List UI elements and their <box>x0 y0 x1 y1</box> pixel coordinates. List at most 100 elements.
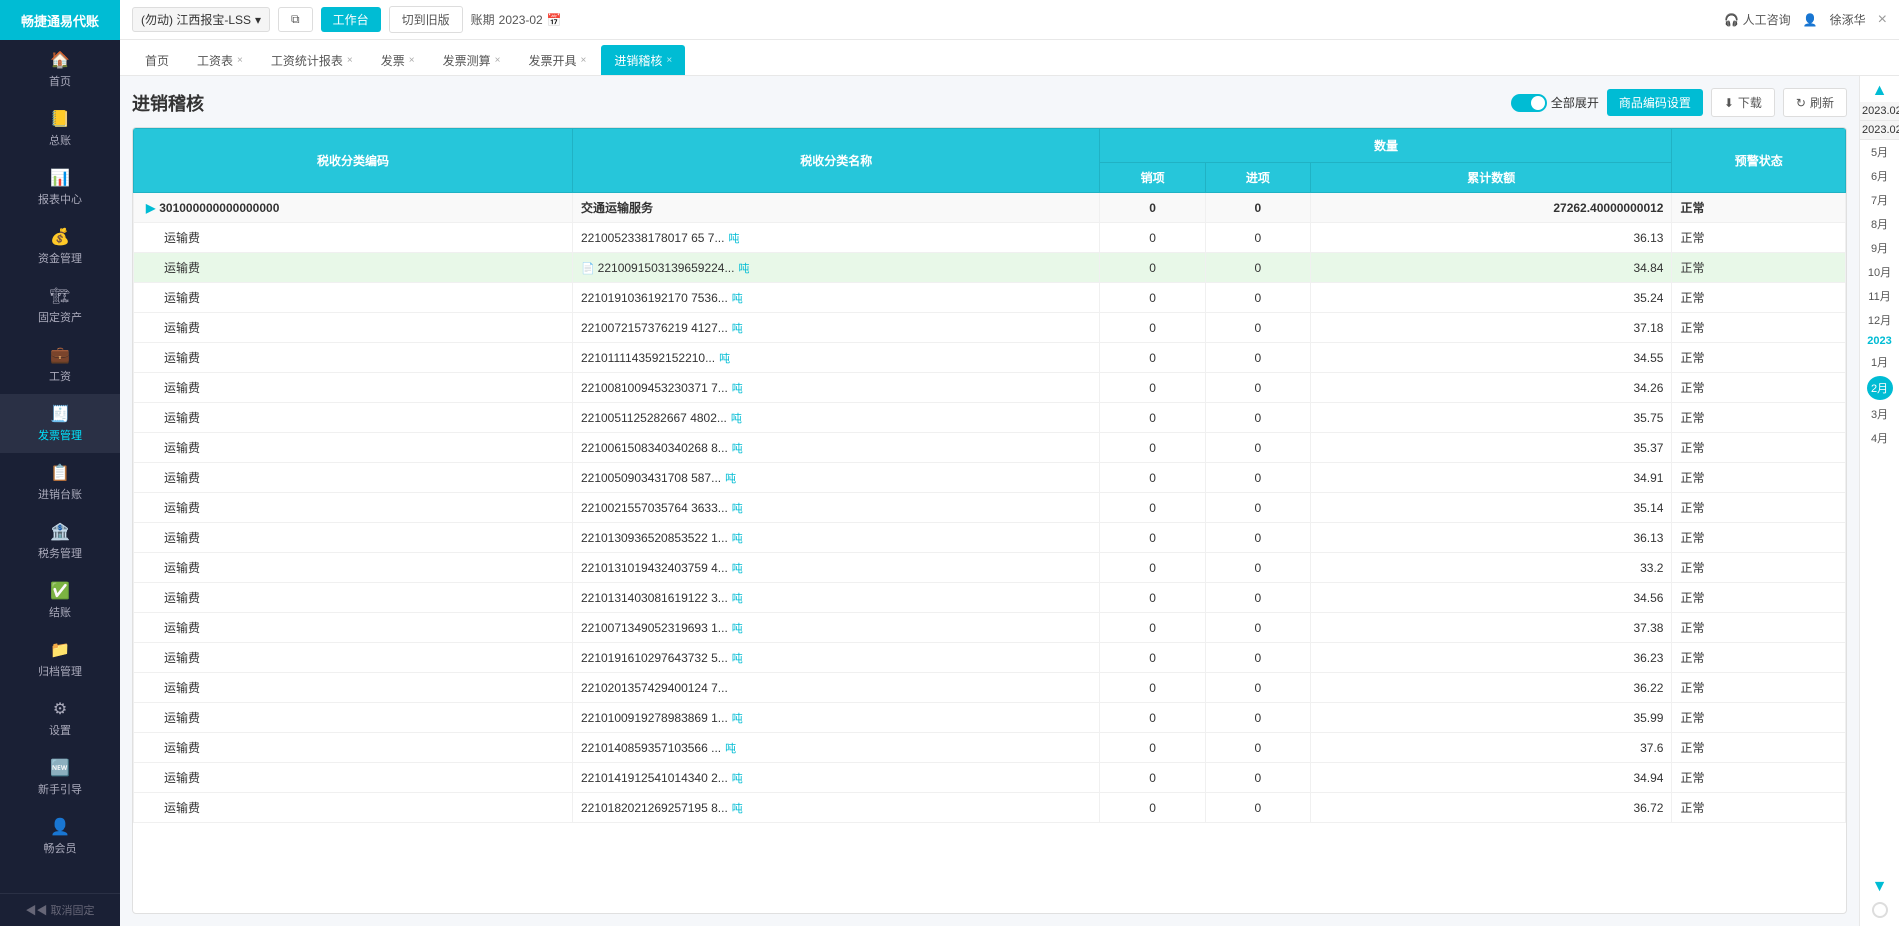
tab-close-icon[interactable]: × <box>237 55 243 66</box>
sidebar-item-assets[interactable]: 🏗 固定资产 <box>0 276 120 335</box>
tab-close-icon[interactable]: × <box>580 55 586 66</box>
sidebar-item-sales-ledger[interactable]: 📋 进销台账 <box>0 453 120 512</box>
calendar-icon[interactable]: 📅 <box>547 13 562 27</box>
table-row[interactable]: 运输费 2210050903431708 587...吨 0 0 34.91 正… <box>134 463 1846 493</box>
scroll-up-arrow[interactable]: ▲ <box>1870 80 1890 102</box>
month-item-8[interactable]: 8月 <box>1860 212 1899 236</box>
content-area: 进销稽核 全部展开 商品编码设置 ⬇ 下载 ↻ 刷新 <box>120 76 1859 926</box>
workspace-button[interactable]: 工作台 <box>321 7 381 32</box>
copy-button[interactable]: ⧉ <box>278 7 313 32</box>
product-code-settings-button[interactable]: 商品编码设置 <box>1607 89 1703 116</box>
table-row[interactable]: 运输费 2210061508340340268 8...吨 0 0 35.37 … <box>134 433 1846 463</box>
tab-invoice-calc[interactable]: 发票测算 × <box>430 45 514 75</box>
unpin-button[interactable]: ◀◀ 取消固定 <box>0 893 120 926</box>
cell-cumulative: 35.14 <box>1310 493 1671 523</box>
month-item-10[interactable]: 10月 <box>1860 260 1899 284</box>
sidebar: 畅捷通易代账 🏠 首页 📒 总账 📊 报表中心 💰 资金管理 🏗 固定资产 💼 … <box>0 0 120 926</box>
close-button[interactable]: × <box>1878 11 1887 29</box>
sidebar-item-archive[interactable]: 📁 归档管理 <box>0 630 120 689</box>
cell-status: 正常 <box>1672 403 1846 433</box>
table-row[interactable]: 运输费 2210182021269257195 8...吨 0 0 36.72 … <box>134 793 1846 823</box>
sidebar-item-label: 资金管理 <box>38 250 82 266</box>
cell-sales: 0 <box>1100 193 1205 223</box>
refresh-button[interactable]: ↻ 刷新 <box>1783 88 1847 117</box>
expand-toggle[interactable] <box>1511 94 1547 112</box>
home-icon: 🏠 <box>50 50 70 70</box>
month-item-5[interactable]: 5月 <box>1860 140 1899 164</box>
tab-invoice[interactable]: 发票 × <box>368 45 428 75</box>
table-row[interactable]: 运输费 2210141912541014340 2...吨 0 0 34.94 … <box>134 763 1846 793</box>
table-row[interactable]: 运输费 2210021557035764 3633...吨 0 0 35.14 … <box>134 493 1846 523</box>
cell-sales: 0 <box>1100 253 1205 283</box>
cell-invoice-num: 2210141912541014340 2...吨 <box>572 763 1100 793</box>
sidebar-item-settle[interactable]: ✅ 结账 <box>0 571 120 630</box>
sidebar-item-label: 税务管理 <box>38 545 82 561</box>
table-row[interactable]: 运输费 2210072157376219 4127...吨 0 0 37.18 … <box>134 313 1846 343</box>
download-button[interactable]: ⬇ 下载 <box>1711 88 1775 117</box>
table-row[interactable]: 运输费 2210131403081619122 3...吨 0 0 34.56 … <box>134 583 1846 613</box>
switch-version-button[interactable]: 切到旧版 <box>389 6 463 33</box>
cell-cumulative: 34.26 <box>1310 373 1671 403</box>
sidebar-item-invoice[interactable]: 🧾 发票管理 <box>0 394 120 453</box>
tab-close-icon[interactable]: × <box>495 55 501 66</box>
month-item-2[interactable]: 2月 <box>1867 376 1893 400</box>
table-row[interactable]: 运输费 2210051125282667 4802...吨 0 0 35.75 … <box>134 403 1846 433</box>
table-row[interactable]: 运输费 2210071349052319693 1...吨 0 0 37.38 … <box>134 613 1846 643</box>
table-row[interactable]: 运输费 2210111143592152210...吨 0 0 34.55 正常 <box>134 343 1846 373</box>
table-row[interactable]: 运输费 📄2210091503139659224...吨 0 0 34.84 正… <box>134 253 1846 283</box>
cell-purchase: 0 <box>1205 373 1310 403</box>
cell-invoice-num: 2210111143592152210...吨 <box>572 343 1100 373</box>
table-row[interactable]: 运输费 2210081009453230371 7...吨 0 0 34.26 … <box>134 373 1846 403</box>
sidebar-item-ledger[interactable]: 📒 总账 <box>0 99 120 158</box>
sidebar-item-guide[interactable]: 🆕 新手引导 <box>0 748 120 807</box>
table-row[interactable]: 运输费 2210191610297643732 5...吨 0 0 36.23 … <box>134 643 1846 673</box>
tab-invoice-open[interactable]: 发票开具 × <box>515 45 599 75</box>
cell-purchase: 0 <box>1205 583 1310 613</box>
month-item-3[interactable]: 3月 <box>1860 402 1899 426</box>
company-selector[interactable]: (勿动) 江西报宝-LSS ▾ <box>132 7 270 32</box>
table-row[interactable]: 运输费 2210131019432403759 4...吨 0 0 33.2 正… <box>134 553 1846 583</box>
table-row[interactable]: 运输费 2210191036192170 7536...吨 0 0 35.24 … <box>134 283 1846 313</box>
month-item-11[interactable]: 11月 <box>1860 284 1899 308</box>
scroll-down-arrow[interactable]: ▼ <box>1870 876 1890 898</box>
sidebar-item-home[interactable]: 🏠 首页 <box>0 40 120 99</box>
table-row[interactable]: 运输费 2210100919278983869 1...吨 0 0 35.99 … <box>134 703 1846 733</box>
month-item-4[interactable]: 4月 <box>1860 426 1899 450</box>
tab-close-icon[interactable]: × <box>409 55 415 66</box>
table-row[interactable]: ▶301000000000000000 交通运输服务 0 0 27262.400… <box>134 193 1846 223</box>
tab-close-icon[interactable]: × <box>347 55 353 66</box>
month-item-6[interactable]: 6月 <box>1860 164 1899 188</box>
cell-purchase: 0 <box>1205 403 1310 433</box>
table-row[interactable]: 运输费 2210201357429400124 7... 0 0 36.22 正… <box>134 673 1846 703</box>
tab-salary-stats[interactable]: 工资统计报表 × <box>258 45 366 75</box>
sidebar-item-settings[interactable]: ⚙ 设置 <box>0 689 120 748</box>
circle-icon <box>1872 902 1888 918</box>
sidebar-item-member[interactable]: 👤 畅会员 <box>0 807 120 866</box>
month-item-9[interactable]: 9月 <box>1860 236 1899 260</box>
cell-sales: 0 <box>1100 463 1205 493</box>
tab-home[interactable]: 首页 <box>132 45 182 75</box>
sidebar-item-reports[interactable]: 📊 报表中心 <box>0 158 120 217</box>
month-item-7[interactable]: 7月 <box>1860 188 1899 212</box>
month-item-12[interactable]: 12月 <box>1860 308 1899 332</box>
table-row[interactable]: 运输费 2210052338178017 65 7...吨 0 0 36.13 … <box>134 223 1846 253</box>
cell-purchase: 0 <box>1205 763 1310 793</box>
cell-cumulative: 34.91 <box>1310 463 1671 493</box>
customer-service-button[interactable]: 🎧 人工咨询 <box>1724 11 1790 28</box>
sidebar-item-tax[interactable]: 🏦 税务管理 <box>0 512 120 571</box>
tab-sales-verify[interactable]: 进销稽核 × <box>601 45 685 75</box>
tab-close-icon[interactable]: × <box>666 55 672 66</box>
page-actions: 全部展开 商品编码设置 ⬇ 下载 ↻ 刷新 <box>1511 88 1847 117</box>
expand-toggle-wrap: 全部展开 <box>1511 94 1599 112</box>
sidebar-item-funds[interactable]: 💰 资金管理 <box>0 217 120 276</box>
headset-icon: 🎧 <box>1724 13 1739 27</box>
table-row[interactable]: 运输费 2210140859357103566 ...吨 0 0 37.6 正常 <box>134 733 1846 763</box>
cell-status: 正常 <box>1672 313 1846 343</box>
month-item-1[interactable]: 1月 <box>1860 350 1899 374</box>
table-row[interactable]: 运输费 2210130936520853522 1...吨 0 0 36.13 … <box>134 523 1846 553</box>
cell-name: 运输费 <box>134 643 573 673</box>
cell-status: 正常 <box>1672 583 1846 613</box>
cell-status: 正常 <box>1672 433 1846 463</box>
tab-salary-table[interactable]: 工资表 × <box>184 45 256 75</box>
sidebar-item-salary[interactable]: 💼 工资 <box>0 335 120 394</box>
